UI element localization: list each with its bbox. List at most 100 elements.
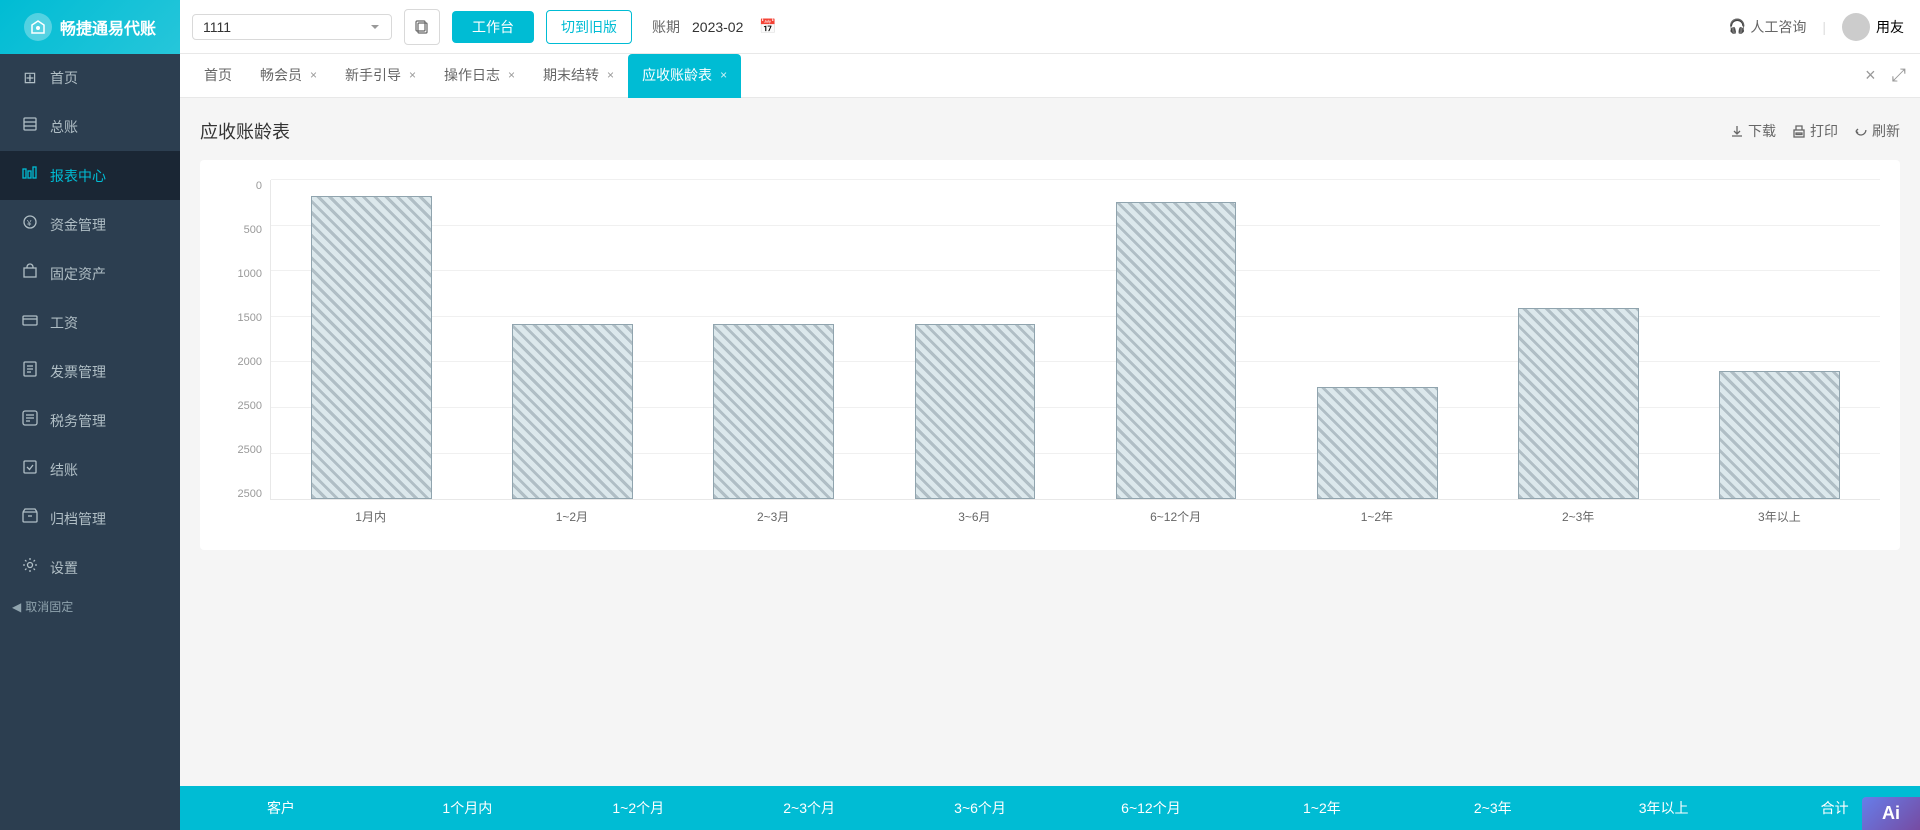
company-selector[interactable]: 1111	[192, 14, 392, 40]
sidebar-item-archive[interactable]: 归档管理	[0, 494, 180, 543]
period-label: 账期	[652, 17, 680, 37]
salary-icon	[20, 312, 40, 333]
svg-text:¥: ¥	[26, 219, 32, 228]
workbench-button[interactable]: 工作台	[452, 11, 534, 43]
tabs-bar: 首页 畅会员 × 新手引导 × 操作日志 × 期末结转 × 应收账龄表 ×	[180, 54, 1920, 98]
x-label-4: 3~6月	[874, 500, 1075, 530]
y-label-7: 0	[220, 180, 270, 192]
cancel-fixed-button[interactable]: ◀ 取消固定	[0, 592, 180, 621]
tab-yearend[interactable]: 期末结转 ×	[529, 54, 628, 98]
y-axis: 2500 2500 2500 2000 1500 1000 500 0	[220, 180, 270, 500]
sidebar-item-home[interactable]: ⊞ 首页	[0, 54, 180, 102]
bar-4	[915, 324, 1036, 499]
assets-icon	[20, 263, 40, 284]
sidebar-item-settings[interactable]: 设置	[0, 543, 180, 592]
bar-group-2	[472, 180, 673, 499]
tab-yearend-label: 期末结转	[543, 65, 599, 85]
tab-oplog-close[interactable]: ×	[508, 68, 515, 82]
x-label-2: 1~2月	[471, 500, 672, 530]
expand-button[interactable]: ⤢	[1888, 61, 1910, 90]
bar-6	[1317, 387, 1438, 499]
th-2-3year: 2~3年	[1407, 798, 1578, 818]
content-area: 首页 畅会员 × 新手引导 × 操作日志 × 期末结转 × 应收账龄表 ×	[180, 54, 1920, 830]
close-account-icon	[20, 459, 40, 480]
sidebar-item-report[interactable]: 报表中心	[0, 151, 180, 200]
x-label-1: 1月内	[270, 500, 471, 530]
logo-text: 畅捷通易代账	[60, 15, 156, 39]
th-6-12month: 6~12个月	[1066, 798, 1237, 818]
tab-oplog[interactable]: 操作日志 ×	[430, 54, 529, 98]
tab-guide[interactable]: 新手引导 ×	[331, 54, 430, 98]
action-buttons: 下载 打印 刷新	[1730, 121, 1900, 141]
bar-2	[512, 324, 633, 499]
y-label-6: 500	[220, 224, 270, 236]
tab-yearend-close[interactable]: ×	[607, 68, 614, 82]
logo-icon	[24, 13, 52, 41]
sidebar-item-assets[interactable]: 固定资产	[0, 249, 180, 298]
user-label: 用友	[1876, 17, 1904, 37]
ai-badge[interactable]: Ai	[1862, 797, 1920, 830]
consult-button[interactable]: 🎧 人工咨询	[1729, 17, 1806, 37]
th-3year-plus: 3年以上	[1578, 798, 1749, 818]
page-title: 应收账龄表	[200, 118, 290, 144]
tab-oplog-label: 操作日志	[444, 65, 500, 85]
settings-icon	[20, 557, 40, 578]
bar-1	[311, 196, 432, 499]
report-icon	[20, 165, 40, 186]
tab-member[interactable]: 畅会员 ×	[246, 54, 331, 98]
cancel-fixed-icon: ◀	[12, 600, 21, 614]
funds-icon: ¥	[20, 214, 40, 235]
chart-container: 2500 2500 2500 2000 1500 1000 500 0	[200, 160, 1900, 550]
th-1-2month: 1~2个月	[553, 798, 724, 818]
sidebar-item-invoice[interactable]: 发票管理	[0, 347, 180, 396]
archive-icon	[20, 508, 40, 529]
tab-guide-close[interactable]: ×	[409, 68, 416, 82]
sidebar-item-label: 设置	[50, 558, 78, 578]
bar-group-8	[1679, 180, 1880, 499]
sidebar-item-label: 首页	[50, 68, 78, 88]
sidebar-item-tax[interactable]: 税务管理	[0, 396, 180, 445]
switch-old-button[interactable]: 切到旧版	[546, 10, 632, 44]
avatar	[1842, 13, 1870, 41]
y-label-0: 2500	[220, 488, 270, 500]
x-label-7: 2~3年	[1478, 500, 1679, 530]
th-3-6month: 3~6个月	[895, 798, 1066, 818]
sidebar-item-funds[interactable]: ¥ 资金管理	[0, 200, 180, 249]
sidebar-item-label: 总账	[50, 117, 78, 137]
copy-button[interactable]	[404, 9, 440, 45]
tab-member-label: 畅会员	[260, 65, 302, 85]
tab-home[interactable]: 首页	[190, 54, 246, 98]
calendar-icon[interactable]: 📅	[759, 18, 776, 35]
dropdown-icon	[369, 21, 381, 33]
tab-member-close[interactable]: ×	[310, 68, 317, 82]
header-right: 🎧 人工咨询 | 用友	[1729, 13, 1904, 41]
tab-home-label: 首页	[204, 65, 232, 85]
user-area[interactable]: 用友	[1842, 13, 1904, 41]
bar-group-4	[874, 180, 1075, 499]
cancel-fixed-label: 取消固定	[25, 598, 73, 615]
x-label-6: 1~2年	[1276, 500, 1477, 530]
tab-agereport-close[interactable]: ×	[720, 68, 727, 82]
bar-8	[1719, 371, 1840, 499]
tab-agereport[interactable]: 应收账龄表 ×	[628, 54, 741, 98]
refresh-button[interactable]: 刷新	[1854, 121, 1900, 141]
bar-group-6	[1277, 180, 1478, 499]
bar-5	[1116, 202, 1237, 499]
close-all-button[interactable]: ×	[1861, 61, 1880, 90]
sidebar-item-salary[interactable]: 工资	[0, 298, 180, 347]
ai-badge-label: Ai	[1882, 803, 1900, 823]
x-label-8: 3年以上	[1679, 500, 1880, 530]
download-icon	[1730, 124, 1744, 138]
th-1-2year: 1~2年	[1236, 798, 1407, 818]
tabs-actions: × ⤢	[1861, 61, 1910, 90]
page-content: 应收账龄表 下载 打印	[180, 98, 1920, 786]
sidebar-item-ledger[interactable]: 总账	[0, 102, 180, 151]
main-layout: ⊞ 首页 总账 报表中心	[0, 54, 1920, 830]
chart-wrap: 2500 2500 2500 2000 1500 1000 500 0	[220, 180, 1880, 530]
download-label: 下载	[1748, 121, 1776, 141]
sidebar-item-close[interactable]: 结账	[0, 445, 180, 494]
download-button[interactable]: 下载	[1730, 121, 1776, 141]
print-button[interactable]: 打印	[1792, 121, 1838, 141]
bar-group-3	[673, 180, 874, 499]
ledger-icon	[20, 116, 40, 137]
